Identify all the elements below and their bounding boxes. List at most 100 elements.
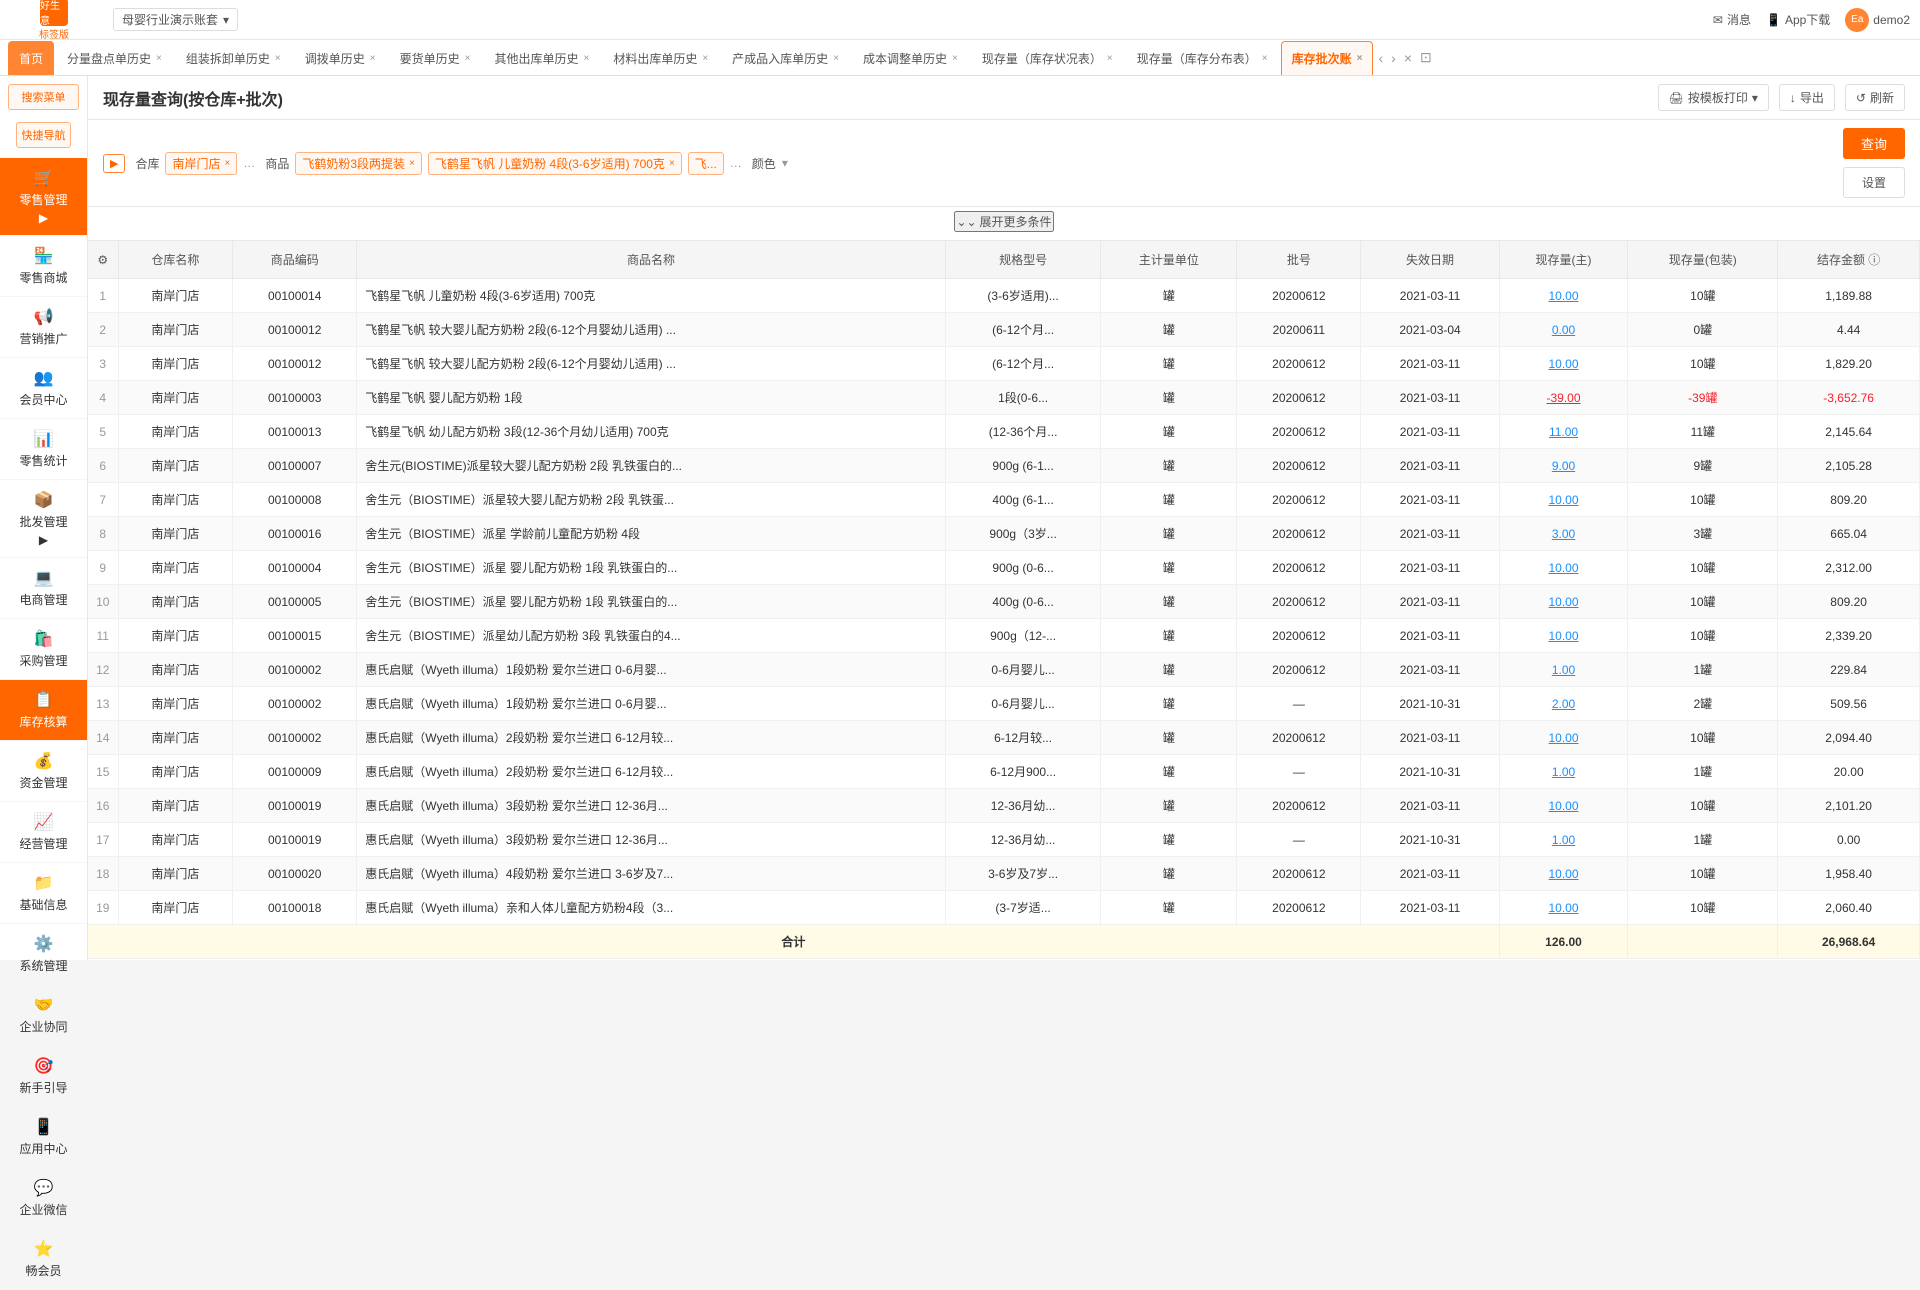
search-menu-btn[interactable]: 搜索菜单 [8,84,79,110]
cell-warehouse: 南岸门店 [118,585,233,619]
user-avatar[interactable]: Ea demo2 [1845,8,1910,32]
product-tag-2[interactable]: 飞鹤星飞帆 儿童奶粉 4段(3-6岁适用) 700克 × [428,152,682,175]
sidebar-item-marketing[interactable]: 📢 营销推广 [0,297,87,358]
close-icon[interactable]: × [702,53,708,64]
cell-qty-main[interactable]: 1.00 [1499,755,1628,789]
close-icon[interactable]: × [1262,53,1268,64]
cell-qty-main[interactable]: 10.00 [1499,279,1628,313]
sidebar-item-retail[interactable]: 🛒 零售管理 ▶ [0,158,87,236]
message-btn[interactable]: ✉ 消息 [1713,11,1751,28]
cell-qty-main[interactable]: 10.00 [1499,347,1628,381]
sidebar-item-finance[interactable]: 💰 资金管理 [0,741,87,802]
product-tag-1[interactable]: 飞鹤奶粉3段两提装 × [295,152,422,175]
sidebar-item-apps[interactable]: 📱 应用中心 [0,1107,87,1168]
main-layout: 搜索菜单 快捷导航 🛒 零售管理 ▶ 🏪 零售商城 📢 营销推广 👥 会员中心 … [0,76,1920,960]
tab-chan-pin[interactable]: 产成品入库单历史 × [721,41,850,75]
tab-xian-cun-kuzhuang[interactable]: 现存量（库存状况表） × [971,41,1124,75]
tab-menu-btn[interactable]: ⊡ [1417,49,1435,66]
refresh-btn[interactable]: ↺ 刷新 [1845,84,1905,111]
message-icon: ✉ [1713,13,1723,27]
sidebar-item-wechat[interactable]: 💬 企业微信 [0,1168,87,1229]
cell-qty-main[interactable]: 9.00 [1499,449,1628,483]
tab-tiao-bo[interactable]: 调拨单历史 × [294,41,387,75]
tab-xian-cun-fenbu[interactable]: 现存量（库存分布表） × [1126,41,1279,75]
tab-prev-btn[interactable]: ‹ [1375,50,1386,66]
cell-qty-main[interactable]: 0.00 [1499,313,1628,347]
warehouse-ellipsis[interactable]: … [243,156,255,170]
product-ellipsis[interactable]: … [730,156,742,170]
quick-nav-btn[interactable]: 快捷导航 [16,122,71,148]
cell-qty-main[interactable]: 11.00 [1499,415,1628,449]
tab-zu-chai[interactable]: 组装拆卸单历史 × [175,41,292,75]
account-selector[interactable]: 母婴行业演示账套 ▾ [113,8,238,31]
tab-next-btn[interactable]: › [1388,50,1399,66]
cell-qty-main[interactable]: 1.00 [1499,653,1628,687]
cell-qty-main[interactable]: 10.00 [1499,891,1628,925]
sidebar-item-stats[interactable]: 📊 零售统计 [0,419,87,480]
settings-icon[interactable]: ⚙ [97,253,108,267]
tab-yao-huo[interactable]: 要货单历史 × [389,41,482,75]
cell-code: 00100003 [233,381,357,415]
warehouse-tag-close[interactable]: × [225,158,231,169]
product-tag-3[interactable]: 飞... [688,152,724,175]
cell-qty-main[interactable]: 10.00 [1499,721,1628,755]
product-tag-1-close[interactable]: × [409,158,415,169]
close-icon[interactable]: × [156,53,162,64]
query-btn[interactable]: 查询 [1843,128,1905,159]
cell-qty-main[interactable]: 10.00 [1499,789,1628,823]
sidebar-item-purchase[interactable]: 🛍️ 采购管理 [0,619,87,680]
cell-qty-main[interactable]: 3.00 [1499,517,1628,551]
cell-qty-main[interactable]: 10.00 [1499,585,1628,619]
filter-expand-btn[interactable]: ▶ [103,154,125,173]
cell-qty-main[interactable]: 10.00 [1499,619,1628,653]
cell-warehouse: 南岸门店 [118,619,233,653]
tab-home[interactable]: 首页 [8,41,54,75]
tab-close-all-btn[interactable]: × [1401,50,1415,66]
sidebar-item-shop[interactable]: 🏪 零售商城 [0,236,87,297]
table-container[interactable]: ⚙ 仓库名称 商品编码 商品名称 规格型号 主计量单位 批号 失效日期 现存量(… [88,241,1920,960]
cell-qty-main[interactable]: -39.00 [1499,381,1628,415]
cell-batch: 20200612 [1237,619,1361,653]
tab-qi-ta[interactable]: 其他出库单历史 × [483,41,600,75]
sidebar-item-batch[interactable]: 📦 批发管理 ▶ [0,480,87,558]
app-download-btn[interactable]: 📱 App下载 [1766,11,1830,28]
table-row: 16 南岸门店 00100019 惠氏启赋（Wyeth illuma）3段奶粉 … [88,789,1920,823]
close-icon[interactable]: × [583,53,589,64]
close-icon[interactable]: × [465,53,471,64]
close-icon[interactable]: × [952,53,958,64]
sidebar-item-guide[interactable]: 🎯 新手引导 [0,1046,87,1107]
settings-btn[interactable]: 设置 [1843,167,1905,198]
close-icon[interactable]: × [1107,53,1113,64]
tab-kucun-pici[interactable]: 库存批次账 × [1281,41,1374,75]
cell-qty-main[interactable]: 2.00 [1499,687,1628,721]
col-settings[interactable]: ⚙ [88,241,118,279]
tab-fen-pan[interactable]: 分量盘点单历史 × [56,41,173,75]
tab-cheng-ben[interactable]: 成本调整单历史 × [852,41,969,75]
sidebar-item-vip[interactable]: ⭐ 畅会员 [0,1229,87,1290]
sidebar-item-basic[interactable]: 📁 基础信息 [0,863,87,924]
cell-unit: 罐 [1101,687,1237,721]
color-dropdown[interactable]: ▾ [782,156,788,170]
expand-more-btn[interactable]: ⌄⌄ 展开更多条件 [954,211,1053,232]
cell-qty-main[interactable]: 1.00 [1499,823,1628,857]
cell-qty-main[interactable]: 10.00 [1499,857,1628,891]
export-btn[interactable]: ↓ 导出 [1779,84,1835,111]
warehouse-tag[interactable]: 南岸门店 × [165,152,237,175]
close-icon[interactable]: × [833,53,839,64]
close-icon[interactable]: × [275,53,281,64]
sidebar-item-company[interactable]: 🤝 企业协同 [0,985,87,1046]
sidebar-item-operations[interactable]: 📈 经营管理 [0,802,87,863]
cell-qty-pkg: 1罐 [1628,755,1778,789]
cell-qty-main[interactable]: 10.00 [1499,483,1628,517]
close-icon[interactable]: × [1357,53,1363,64]
sidebar-item-inventory[interactable]: 📋 库存核算 [0,680,87,741]
sidebar-item-ecom[interactable]: 💻 电商管理 [0,558,87,619]
sidebar-item-member[interactable]: 👥 会员中心 [0,358,87,419]
cell-qty-main[interactable]: 10.00 [1499,551,1628,585]
sidebar-label-vip: 畅会员 [25,1262,61,1279]
product-tag-2-close[interactable]: × [669,158,675,169]
close-icon[interactable]: × [370,53,376,64]
tab-cai-liao[interactable]: 材料出库单历史 × [602,41,719,75]
sidebar-item-system[interactable]: ⚙️ 系统管理 [0,924,87,985]
print-btn[interactable]: 🖨 按模板打印 ▾ [1658,84,1769,111]
